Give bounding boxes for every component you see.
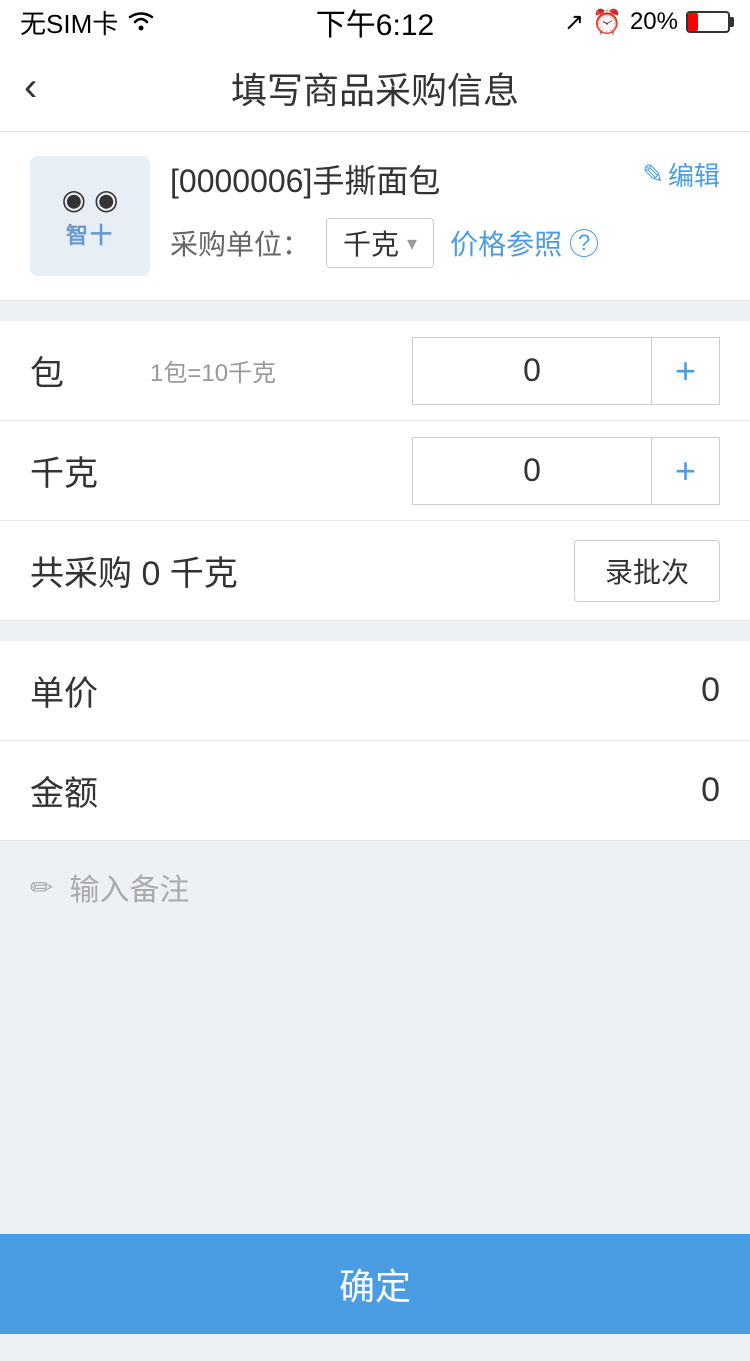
status-bar-right: ↗ ⏰ 20%: [564, 8, 730, 37]
bag-quantity-input[interactable]: 0: [412, 337, 652, 405]
bag-input-row: 包 1包=10千克 0 +: [0, 321, 750, 421]
unit-value: 千克: [343, 223, 399, 263]
unit-price-row: 单价 0: [0, 641, 750, 741]
nav-bar: ‹ 填写商品采购信息: [0, 44, 750, 132]
kg-quantity-input[interactable]: 0: [412, 437, 652, 505]
location-icon: ↗: [564, 8, 584, 37]
wifi-icon: [126, 7, 156, 38]
unit-price-value: 0: [701, 671, 720, 710]
product-name-row: [0000006]手撕面包 ✎ 编辑: [170, 156, 720, 202]
bag-input-control: 0 +: [296, 337, 720, 405]
kg-input-row: 千克 0 +: [0, 421, 750, 521]
bag-plus-button[interactable]: +: [652, 337, 720, 405]
price-reference-button[interactable]: 价格参照 ?: [450, 223, 598, 263]
summary-text: 共采购 0 千克: [30, 546, 238, 595]
back-button[interactable]: ‹: [24, 65, 37, 110]
amount-row: 金额 0: [0, 741, 750, 841]
status-bar-left: 无SIM卡: [20, 4, 156, 41]
confirm-button-label: 确定: [339, 1258, 411, 1310]
amount-label: 金额: [30, 766, 98, 815]
page-title: 填写商品采购信息: [231, 62, 519, 114]
section-divider-2: [0, 621, 750, 641]
owl-eyes-icon: ◉◉: [62, 183, 119, 216]
confirm-button[interactable]: 确定: [0, 1234, 750, 1334]
edit-button[interactable]: ✎ 编辑: [642, 156, 720, 193]
unit-row: 采购单位： 千克 ▾ 价格参照 ?: [170, 218, 720, 268]
kg-label: 千克: [30, 446, 130, 495]
kg-plus-button[interactable]: +: [652, 437, 720, 505]
summary-row: 共采购 0 千克 录批次: [0, 521, 750, 621]
alarm-icon: ⏰: [592, 8, 622, 37]
status-bar-time: 下午6:12: [316, 0, 434, 44]
battery-percent: 20%: [630, 8, 678, 36]
bag-label: 包: [30, 346, 130, 395]
price-ref-label: 价格参照: [450, 223, 562, 263]
amount-value: 0: [701, 771, 720, 810]
product-name: [0000006]手撕面包: [170, 156, 440, 202]
unit-selector[interactable]: 千克 ▾: [326, 218, 434, 268]
product-card: ◉◉ 智十 [0000006]手撕面包 ✎ 编辑 采购单位： 千克 ▾ 价格参照…: [0, 132, 750, 301]
remark-section[interactable]: ✏ 输入备注: [0, 841, 750, 961]
unit-price-label: 单价: [30, 666, 98, 715]
pencil-icon: ✏: [30, 871, 53, 904]
remark-placeholder: 输入备注: [69, 865, 189, 909]
input-section: 包 1包=10千克 0 + 千克 0 +: [0, 321, 750, 521]
remark-input[interactable]: ✏ 输入备注: [30, 865, 720, 909]
batch-button[interactable]: 录批次: [574, 540, 720, 602]
product-info: [0000006]手撕面包 ✎ 编辑 采购单位： 千克 ▾ 价格参照 ?: [170, 156, 720, 268]
section-divider-1: [0, 301, 750, 321]
owl-label: 智十: [66, 218, 114, 250]
edit-icon: ✎: [642, 159, 664, 190]
edit-label: 编辑: [668, 156, 720, 193]
product-logo: ◉◉ 智十: [62, 183, 119, 250]
bag-sub-label: 1包=10千克: [150, 353, 276, 388]
dropdown-arrow-icon: ▾: [407, 231, 417, 256]
unit-label: 采购单位：: [170, 223, 310, 263]
status-bar: 无SIM卡 下午6:12 ↗ ⏰ 20%: [0, 0, 750, 44]
help-icon: ?: [570, 229, 598, 257]
kg-input-control: 0 +: [150, 437, 720, 505]
price-section: 单价 0 金额 0: [0, 641, 750, 841]
carrier-text: 无SIM卡: [20, 4, 118, 41]
product-image: ◉◉ 智十: [30, 156, 150, 276]
battery-icon: [686, 11, 730, 33]
